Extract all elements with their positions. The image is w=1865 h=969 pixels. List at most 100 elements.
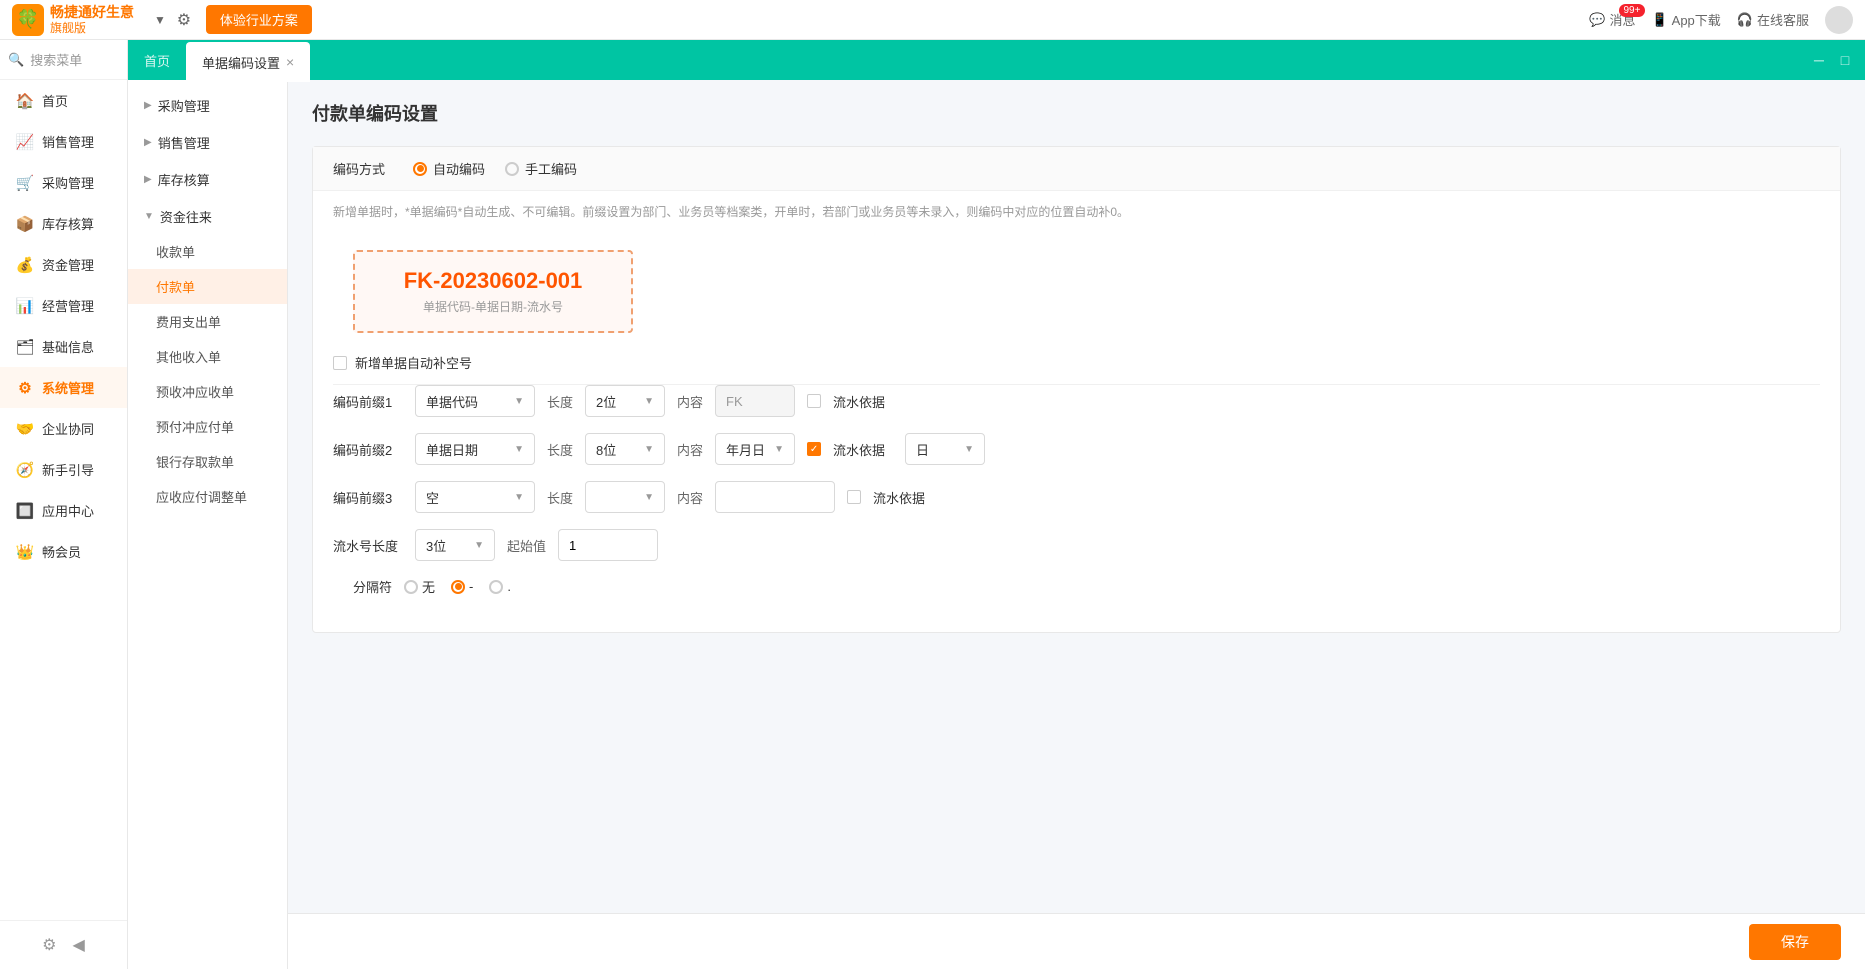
content2-select[interactable]: 年月日 ▼ [715,433,795,465]
serial-length-arrow: ▼ [474,540,484,551]
app-download-button[interactable]: 📱 App下载 [1651,10,1720,29]
message-button[interactable]: 💬 消息 99+ [1589,10,1635,29]
avatar[interactable] [1825,6,1853,34]
length3-select[interactable]: ▼ [585,481,665,513]
sidebar-item-home[interactable]: 🏠 首页 [0,80,127,121]
sidebar-item-basic[interactable]: 🗂 基础信息 [0,326,127,367]
guide-icon: 🧭 [16,461,34,479]
tab-encoding[interactable]: 单据编码设置 × [186,42,310,82]
purchase-icon: 🛒 [16,174,34,192]
brand: 🍀 畅捷通好生意 旗舰版 [12,3,134,37]
sub-nav-group-fund: ▼ 资金往来 收款单 付款单 费用支出单 其他收入单 预收冲应收单 预付冲应付单… [128,199,287,514]
sub-nav-item-expense[interactable]: 费用支出单 [128,304,287,339]
sub-nav-header-inventory[interactable]: ▶ 库存核算 [128,162,287,197]
sub-nav-header-purchase[interactable]: ▶ 采购管理 [128,88,287,123]
sep-dash-radio[interactable] [451,580,465,594]
prefix2-select[interactable]: 单据日期 ▼ [415,433,535,465]
sidebar-item-member[interactable]: 👑 畅会员 [0,531,127,572]
save-button[interactable]: 保存 [1749,924,1841,960]
form-section: 编码前缀1 单据代码 ▼ 长度 2位 ▼ 内容 [313,385,1840,632]
sub-nav-item-pre-receive[interactable]: 预收冲应收单 [128,374,287,409]
sub-nav-header-fund[interactable]: ▼ 资金往来 [128,199,287,234]
prefix3-select[interactable]: 空 ▼ [415,481,535,513]
online-service-button[interactable]: 🎧 在线客服 [1737,10,1809,29]
sub-nav-group-sales: ▶ 销售管理 [128,125,287,160]
manual-code-radio[interactable] [505,162,519,176]
nav-arrow[interactable]: ▼ [154,13,166,27]
content3-input[interactable] [715,481,835,513]
sidebar-item-system[interactable]: ⚙ 系统管理 [0,367,127,408]
sidebar-item-fund[interactable]: 💰 资金管理 [0,244,127,285]
sidebar-item-sales[interactable]: 📈 销售管理 [0,121,127,162]
preview-code: FK-20230602-001 [379,268,607,294]
arrow-inventory: ▶ [144,174,152,185]
sep-dash-option[interactable]: - [451,579,473,594]
waterflow2-period-arrow: ▼ [964,444,974,455]
auto-fill-checkbox[interactable] [333,356,347,370]
sidebar-item-inventory[interactable]: 📦 库存核算 [0,203,127,244]
top-bar-right: 💬 消息 99+ 📱 App下载 🎧 在线客服 [1589,6,1853,34]
sidebar-search[interactable]: 🔍 搜索菜单 [0,40,127,80]
sub-nav-item-adjust[interactable]: 应收应付调整单 [128,479,287,514]
auto-code-radio[interactable] [413,162,427,176]
content-wrap: 付款单编码设置 编码方式 自动编码 手工编码 [288,80,1865,969]
bottom-bar: 保存 [288,913,1865,969]
sidebar-item-operation[interactable]: 📊 经营管理 [0,285,127,326]
prefix1-select[interactable]: 单据代码 ▼ [415,385,535,417]
arrow-fund: ▼ [144,211,154,222]
sidebar-item-purchase[interactable]: 🛒 采购管理 [0,162,127,203]
prefix1-label: 编码前缀1 [333,392,403,411]
sep-none-radio[interactable] [404,580,418,594]
main-layout: 🔍 搜索菜单 🏠 首页 📈 销售管理 🛒 采购管理 📦 库存核算 💰 [0,40,1865,969]
encoding-section: 编码方式 自动编码 手工编码 新增单据时，*单据编码*自动生成、不可编 [312,146,1841,633]
preview-box: FK-20230602-001 单据代码-单据日期-流水号 [353,250,633,333]
sidebar-item-guide[interactable]: 🧭 新手引导 [0,449,127,490]
waterflow2-period-select[interactable]: 日 ▼ [905,433,985,465]
waterflow2-label: 流水依据 [833,440,885,459]
auto-code-option[interactable]: 自动编码 [413,159,485,178]
sep-dot-option[interactable]: . [489,579,511,594]
separator-options: 无 - . [404,577,511,596]
sub-nav-item-other-income[interactable]: 其他收入单 [128,339,287,374]
sub-nav-item-payment[interactable]: 付款单 [128,269,287,304]
minimize-button[interactable]: ─ [1807,48,1831,72]
waterflow1-checkbox[interactable] [807,394,821,408]
encoding-method-row: 编码方式 自动编码 手工编码 [313,147,1840,191]
length1-select[interactable]: 2位 ▼ [585,385,665,417]
sidebar-item-apps[interactable]: 🔲 应用中心 [0,490,127,531]
experience-button[interactable]: 体验行业方案 [206,5,312,34]
settings-button[interactable]: ⚙ [170,6,198,34]
sep-dot-radio[interactable] [489,580,503,594]
sidebar-settings-button[interactable]: ⚙ [38,931,60,959]
serial-length-select[interactable]: 3位 ▼ [415,529,495,561]
form-row-prefix3: 编码前缀3 空 ▼ 长度 ▼ 内容 [333,481,1820,513]
sub-nav-header-sales[interactable]: ▶ 销售管理 [128,125,287,160]
manual-code-option[interactable]: 手工编码 [505,159,577,178]
coop-icon: 🤝 [16,420,34,438]
prefix1-arrow: ▼ [514,396,524,407]
content1-input[interactable] [715,385,795,417]
sidebar-collapse-button[interactable]: ◀ [69,931,89,959]
form-row-prefix1: 编码前缀1 单据代码 ▼ 长度 2位 ▼ 内容 [333,385,1820,417]
prefix3-arrow: ▼ [514,492,524,503]
prefix2-label: 编码前缀2 [333,440,403,459]
sub-nav-item-receipt[interactable]: 收款单 [128,234,287,269]
length2-label: 长度 [547,440,573,459]
start-value-label: 起始值 [507,536,546,555]
sidebar-item-coop[interactable]: 🤝 企业协同 [0,408,127,449]
sub-nav-item-pre-pay[interactable]: 预付冲应付单 [128,409,287,444]
length2-select[interactable]: 8位 ▼ [585,433,665,465]
start-value-input[interactable] [558,529,658,561]
tab-close-button[interactable]: × [286,55,294,69]
sub-nav-item-bank[interactable]: 银行存取款单 [128,444,287,479]
tab-window-controls: ─ □ [1807,48,1865,72]
tab-bar: 首页 单据编码设置 × ─ □ [128,40,1865,80]
tab-home[interactable]: 首页 [128,40,186,80]
encoding-method-label: 编码方式 [333,159,385,178]
waterflow2-checkbox[interactable]: ✓ [807,442,821,456]
waterflow3-checkbox[interactable] [847,490,861,504]
maximize-button[interactable]: □ [1833,48,1857,72]
form-row-serial: 流水号长度 3位 ▼ 起始值 [333,529,1820,561]
sep-none-option[interactable]: 无 [404,577,435,596]
fund-icon: 💰 [16,256,34,274]
